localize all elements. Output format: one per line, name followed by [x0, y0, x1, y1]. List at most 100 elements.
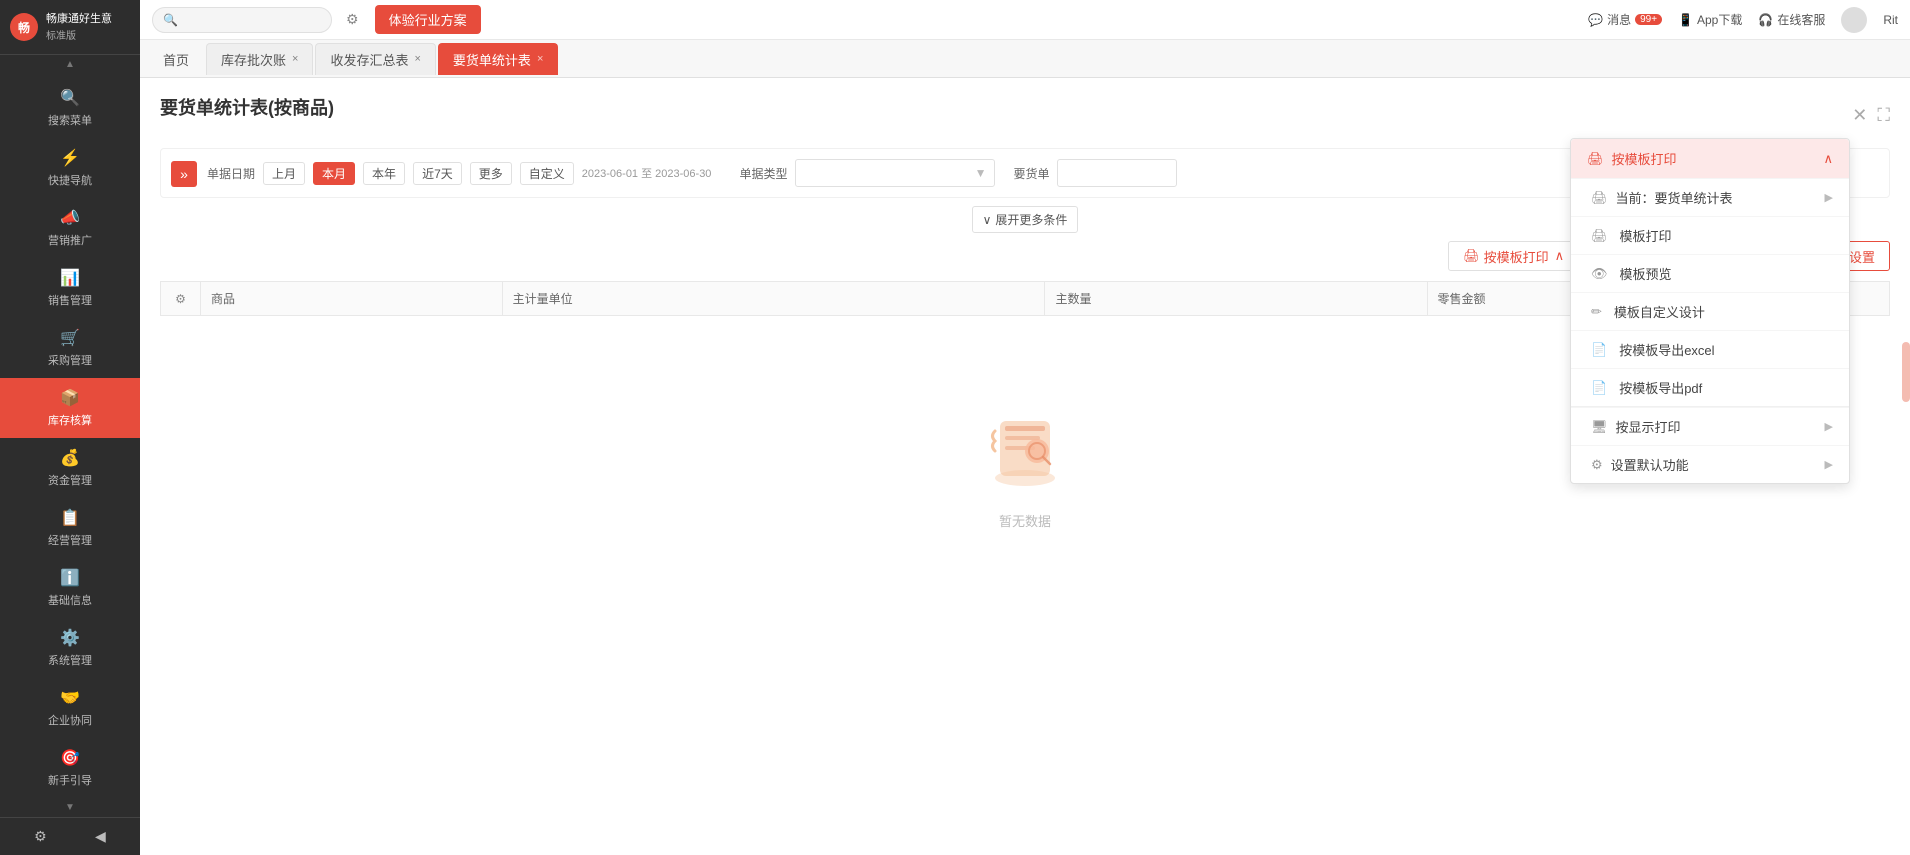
date-btn-this-year[interactable]: 本年 [363, 162, 405, 185]
sidebar-item-system[interactable]: ⚙️ 系统管理 [0, 618, 140, 678]
dropdown-template-pdf[interactable]: 📄 按模板导出pdf [1571, 368, 1849, 406]
dropdown-display-print-left: 🖥 按显示打印 [1591, 417, 1681, 436]
tab-receipt-summary-label: 收发存汇总表 [330, 50, 408, 69]
search-input[interactable] [184, 13, 304, 27]
col-quantity-label: 主数量 [1055, 292, 1091, 306]
dropdown-template-excel[interactable]: 📄 按模板导出excel [1571, 330, 1849, 368]
col-unit-label: 主计量单位 [513, 292, 573, 306]
sidebar-item-label: 经营管理 [48, 532, 92, 548]
tab-order-stats[interactable]: 要货单统计表 × [438, 43, 558, 75]
yaohuo-code-input[interactable] [1057, 159, 1177, 187]
sidebar-item-base-info[interactable]: ℹ️ 基础信息 [0, 558, 140, 618]
dropdown-template-preview[interactable]: 👁 模板预览 [1571, 254, 1849, 292]
sidebar-scroll-down[interactable]: ▼ [0, 798, 140, 817]
enterprise-icon: 🤝 [60, 688, 80, 708]
sidebar-item-purchase[interactable]: 🛒 采购管理 [0, 318, 140, 378]
dropdown-current-item[interactable]: 🖨 当前：要货单统计表 ▶ [1571, 178, 1849, 216]
date-btn-more[interactable]: 更多 [470, 162, 512, 185]
sidebar-item-label: 系统管理 [48, 652, 92, 668]
base-info-icon: ℹ️ [60, 568, 80, 588]
topbar-actions: 💬 消息 99+ 📱 App下载 🎧 在线客服 Rit [1588, 7, 1898, 33]
dropdown-default-func[interactable]: ⚙ 设置默认功能 ▶ [1571, 445, 1849, 483]
gear-icon[interactable]: ⚙ [346, 11, 359, 28]
sidebar-item-quick-nav[interactable]: ⚡ 快捷导航 [0, 138, 140, 198]
sidebar-item-marketing[interactable]: 📣 营销推广 [0, 198, 140, 258]
window-expand-icon[interactable]: ⛶ [1877, 105, 1890, 126]
sidebar-collapse-icon[interactable]: ◀ [95, 828, 106, 845]
inventory-icon: 📦 [60, 388, 80, 408]
tab-home[interactable]: 首页 [148, 43, 204, 75]
sidebar-item-guide[interactable]: 🎯 新手引导 [0, 738, 140, 798]
dropdown-template-custom[interactable]: ✏ 模板自定义设计 [1571, 292, 1849, 330]
messages-action[interactable]: 💬 消息 99+ [1588, 11, 1662, 28]
default-func-chevron: ▶ [1825, 458, 1833, 471]
search-nav-icon: 🔍 [60, 88, 80, 108]
quick-nav-icon: ⚡ [60, 148, 80, 168]
template-pdf-icon: 📄 [1591, 380, 1607, 396]
sidebar-item-label: 新手引导 [48, 772, 92, 788]
col-amount-label: 零售金额 [1438, 292, 1486, 306]
dropdown-current-left: 🖨 当前：要货单统计表 [1591, 188, 1733, 207]
tab-inventory-batch[interactable]: 库存批次账 × [206, 43, 313, 75]
display-print-chevron: ▶ [1825, 420, 1833, 433]
dropdown-header: 🖨 按模板打印 ∧ [1571, 139, 1849, 178]
filter-expand-btn[interactable]: » [171, 161, 197, 187]
message-icon: 💬 [1588, 13, 1603, 27]
logo-text-block: 畅康通好生意 标准版 [46, 12, 112, 42]
sidebar-item-search[interactable]: 🔍 搜索菜单 [0, 78, 140, 138]
template-preview-label: 模板预览 [1620, 264, 1672, 283]
order-type-select-container[interactable]: ▼ [795, 159, 995, 187]
expand-more-btn[interactable]: ∨ 展开更多条件 [972, 206, 1079, 233]
print-btn[interactable]: 🖨 按模板打印 ∧ [1448, 241, 1579, 271]
col-settings[interactable]: ⚙ [161, 282, 201, 316]
tab-receipt-summary-close[interactable]: × [414, 53, 420, 65]
sidebar-item-finance[interactable]: 💰 资金管理 [0, 438, 140, 498]
dropdown-display-print[interactable]: 🖥 按显示打印 ▶ [1571, 407, 1849, 445]
dropdown-close-btn[interactable]: ∧ [1823, 151, 1833, 167]
expand-down-icon: ∨ [983, 213, 992, 227]
sidebar-settings-icon[interactable]: ⚙ [34, 828, 47, 845]
tab-home-label: 首页 [163, 50, 189, 69]
sidebar-item-sales[interactable]: 📊 销售管理 [0, 258, 140, 318]
sidebar-item-label: 资金管理 [48, 472, 92, 488]
sidebar-item-operations[interactable]: 📋 经营管理 [0, 498, 140, 558]
search-box[interactable]: 🔍 [152, 7, 332, 33]
tab-order-stats-label: 要货单统计表 [453, 50, 531, 69]
page-header-row: 要货单统计表(按商品) ✕ ⛶ [160, 94, 1890, 136]
table-settings-icon[interactable]: ⚙ [175, 292, 186, 306]
tab-inventory-batch-close[interactable]: × [292, 53, 298, 65]
window-close-icon[interactable]: ✕ [1852, 105, 1867, 126]
display-print-icon: 🖥 [1591, 419, 1608, 435]
template-custom-label: 模板自定义设计 [1614, 302, 1705, 321]
sidebar: 畅 畅康通好生意 标准版 ▲ 🔍 搜索菜单 ⚡ 快捷导航 📣 营销推广 📊 销售… [0, 0, 140, 855]
col-product: 商品 [201, 282, 503, 316]
date-btn-this-month[interactable]: 本月 [313, 162, 355, 185]
logo-subtitle: 标准版 [46, 27, 112, 42]
default-func-icon: ⚙ [1591, 457, 1603, 473]
scrollbar-indicator[interactable] [1902, 342, 1910, 402]
sidebar-item-label: 基础信息 [48, 592, 92, 608]
sidebar-item-enterprise[interactable]: 🤝 企业协同 [0, 678, 140, 738]
sidebar-logo: 畅 畅康通好生意 标准版 [0, 0, 140, 55]
tabbar: 首页 库存批次账 × 收发存汇总表 × 要货单统计表 × [140, 40, 1910, 78]
date-btn-7days[interactable]: 近7天 [413, 162, 462, 185]
sidebar-nav: 🔍 搜索菜单 ⚡ 快捷导航 📣 营销推广 📊 销售管理 🛒 采购管理 📦 库存核… [0, 74, 140, 798]
avatar[interactable] [1841, 7, 1867, 33]
template-print-icon: 🖨 [1591, 228, 1608, 244]
tab-order-stats-close[interactable]: × [537, 53, 543, 65]
online-service-action[interactable]: 🎧 在线客服 [1758, 11, 1825, 28]
sidebar-scroll-up[interactable]: ▲ [0, 55, 140, 74]
logo-title: 畅康通好生意 [46, 12, 112, 27]
dropdown-template-print[interactable]: 🖨 模板打印 [1571, 216, 1849, 254]
trial-button[interactable]: 体验行业方案 [375, 5, 481, 34]
sidebar-item-label: 快捷导航 [48, 172, 92, 188]
current-item-label: 当前：要货单统计表 [1616, 188, 1733, 207]
app-download-action[interactable]: 📱 App下载 [1678, 11, 1742, 28]
topbar: 🔍 ⚙ 体验行业方案 💬 消息 99+ 📱 App下载 🎧 在线客服 Rit [140, 0, 1910, 40]
tab-receipt-summary[interactable]: 收发存汇总表 × [315, 43, 435, 75]
page-title: 要货单统计表(按商品) [160, 94, 334, 120]
sidebar-item-inventory[interactable]: 📦 库存核算 [0, 378, 140, 438]
date-btn-custom[interactable]: 自定义 [520, 162, 574, 185]
date-btn-last-month[interactable]: 上月 [263, 162, 305, 185]
guide-icon: 🎯 [60, 748, 80, 768]
